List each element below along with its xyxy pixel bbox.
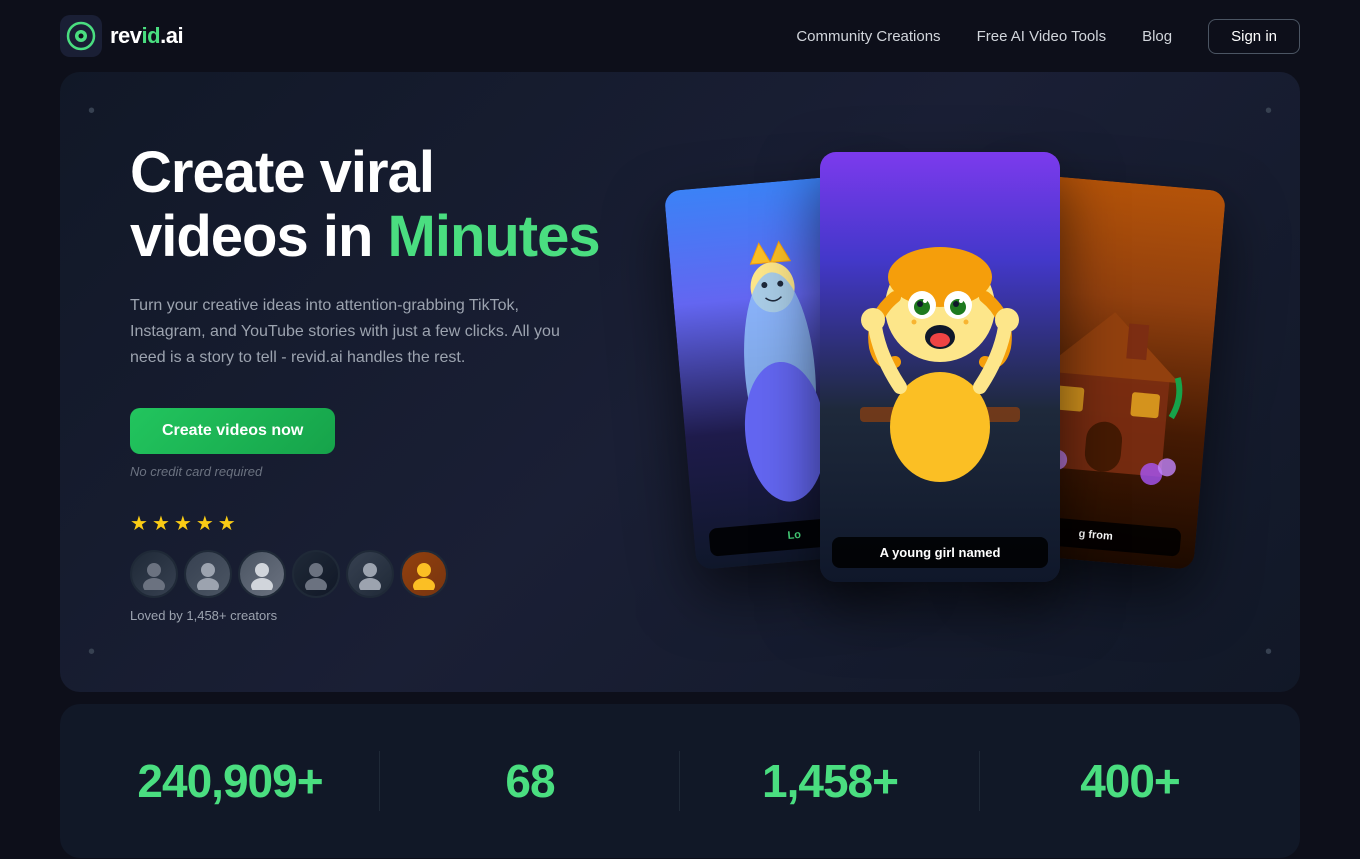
stat-creators-value: 1,458+: [680, 754, 980, 808]
navbar: revid.ai Community Creations Free AI Vid…: [0, 0, 1360, 72]
avatar-6: [400, 550, 448, 598]
star-3: ★: [174, 511, 192, 536]
dot-bottom-left: •: [88, 641, 95, 664]
stat-videos-value: 240,909+: [80, 754, 380, 808]
nav-link-tools[interactable]: Free AI Video Tools: [977, 28, 1107, 45]
signin-button[interactable]: Sign in: [1208, 19, 1300, 54]
hero-description: Turn your creative ideas into attention-…: [130, 293, 570, 372]
stat-languages-value: 68: [380, 754, 680, 808]
dot-bottom-right: •: [1265, 641, 1272, 664]
logo-text: revid.ai: [110, 23, 183, 49]
star-rating: ★ ★ ★ ★ ★: [130, 511, 600, 536]
main-card-subtitle: A young girl named: [832, 537, 1048, 568]
stat-languages: 68: [380, 754, 680, 808]
avatar-2: [184, 550, 232, 598]
cta-button[interactable]: Create videos now: [130, 408, 335, 454]
stat-other-value: 400+: [980, 754, 1280, 808]
hero-section: • • Create viral videos in Minutes Turn …: [60, 72, 1300, 692]
avatars-row: [130, 550, 600, 598]
hero-left: Create viral videos in Minutes Turn your…: [130, 141, 600, 623]
stat-videos: 240,909+: [80, 754, 380, 808]
star-4: ★: [196, 511, 214, 536]
stat-creators: 1,458+: [680, 754, 980, 808]
avatar-4: [292, 550, 340, 598]
stat-other: 400+: [980, 754, 1280, 808]
video-card-main: A young girl named: [820, 152, 1060, 582]
nav-link-blog[interactable]: Blog: [1142, 28, 1172, 45]
avatar-5: [346, 550, 394, 598]
stats-section: 240,909+ 68 1,458+ 400+: [60, 704, 1300, 858]
logo-icon: [60, 15, 102, 57]
logo[interactable]: revid.ai: [60, 15, 183, 57]
hero-video-cards: Lo: [650, 142, 1230, 622]
avatar-3: [238, 550, 286, 598]
nav-link-community[interactable]: Community Creations: [796, 28, 940, 45]
star-2: ★: [152, 511, 170, 536]
loved-by-text: Loved by 1,458+ creators: [130, 608, 600, 623]
star-1: ★: [130, 511, 148, 536]
star-5: ★: [218, 511, 236, 536]
avatar-1: [130, 550, 178, 598]
no-card-label: No credit card required: [130, 464, 600, 479]
nav-links: Community Creations Free AI Video Tools …: [796, 19, 1300, 54]
hero-title: Create viral videos in Minutes: [130, 141, 600, 269]
